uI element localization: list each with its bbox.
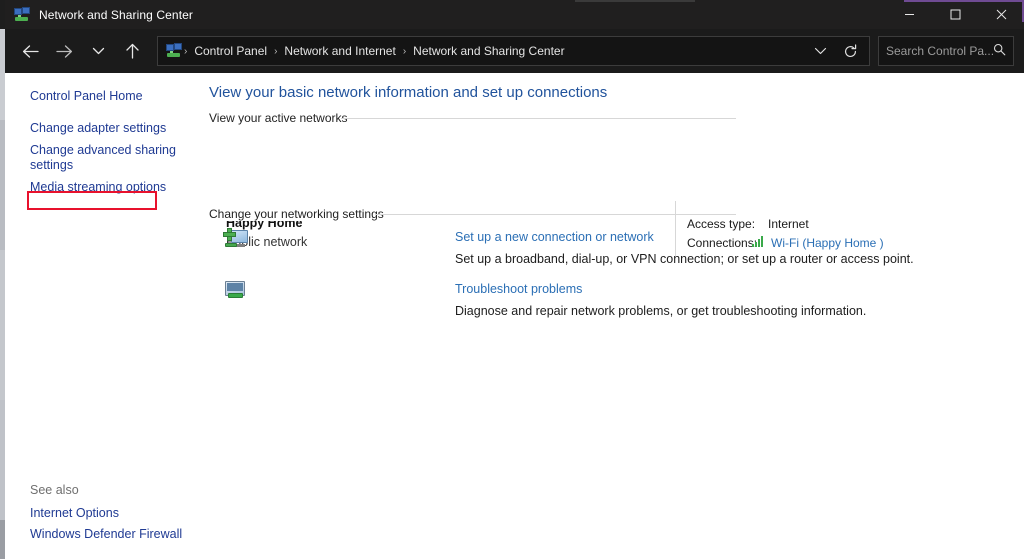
access-type-value: Internet bbox=[768, 217, 809, 231]
search-input[interactable]: Search Control Pa... bbox=[878, 36, 1014, 66]
maximize-button[interactable] bbox=[932, 0, 978, 29]
search-icon bbox=[993, 43, 1006, 59]
address-bar-actions bbox=[805, 38, 865, 64]
task-link-set-up-new-connection[interactable]: Set up a new connection or network bbox=[455, 230, 654, 244]
task-description-set-up-new-connection: Set up a broadband, dial-up, or VPN conn… bbox=[455, 252, 914, 266]
task-link-troubleshoot-problems[interactable]: Troubleshoot problems bbox=[455, 282, 582, 296]
sidebar: Control Panel Home Change adapter settin… bbox=[5, 73, 201, 559]
up-button[interactable] bbox=[115, 36, 149, 66]
search-placeholder: Search Control Pa... bbox=[886, 44, 993, 58]
sidebar-item-control-panel-home[interactable]: Control Panel Home bbox=[30, 89, 143, 104]
sidebar-item-change-advanced-sharing-settings[interactable]: Change advanced sharing bbox=[30, 143, 176, 158]
connection-link-wifi[interactable]: Wi-Fi (Happy Home ) bbox=[771, 236, 884, 250]
sidebar-item-windows-defender-firewall[interactable]: Windows Defender Firewall bbox=[30, 527, 182, 542]
access-type-label: Access type: bbox=[687, 217, 756, 231]
window-controls bbox=[886, 0, 1024, 29]
see-also-heading: See also bbox=[30, 483, 79, 497]
sidebar-item-change-advanced-sharing-settings-line2[interactable]: settings bbox=[30, 158, 73, 173]
active-networks-rule bbox=[341, 118, 736, 119]
main-pane: View your basic network information and … bbox=[201, 73, 1024, 559]
network-sharing-center-window: Network and Sharing Center › Control Pan… bbox=[0, 0, 1024, 559]
breadcrumb-separator: › bbox=[184, 45, 188, 57]
content-area: Control Panel Home Change adapter settin… bbox=[5, 73, 1024, 559]
breadcrumb: › Control Panel › Network and Internet ›… bbox=[182, 41, 805, 61]
breadcrumb-item-network-and-sharing-center[interactable]: Network and Sharing Center bbox=[408, 41, 569, 61]
connections-label: Connections: bbox=[687, 236, 758, 250]
window-accent-top bbox=[904, 0, 1024, 2]
task-description-troubleshoot-problems: Diagnose and repair network problems, or… bbox=[455, 304, 867, 318]
frame-edge-decoration bbox=[575, 0, 695, 2]
recent-locations-button[interactable] bbox=[81, 36, 115, 66]
page-title: View your basic network information and … bbox=[209, 84, 608, 101]
breadcrumb-separator: › bbox=[274, 45, 278, 57]
close-button[interactable] bbox=[978, 0, 1024, 29]
active-networks-heading: View your active networks bbox=[209, 111, 355, 125]
networking-settings-rule bbox=[375, 214, 736, 215]
network-detail-divider bbox=[675, 201, 676, 256]
troubleshoot-icon bbox=[223, 279, 249, 305]
title-bar: Network and Sharing Center bbox=[5, 0, 1024, 29]
new-connection-icon bbox=[223, 228, 249, 254]
sidebar-item-change-adapter-settings[interactable]: Change adapter settings bbox=[30, 121, 166, 136]
address-bar[interactable]: › Control Panel › Network and Internet ›… bbox=[157, 36, 870, 66]
window-title: Network and Sharing Center bbox=[39, 7, 194, 22]
breadcrumb-item-control-panel[interactable]: Control Panel bbox=[189, 41, 272, 61]
network-sharing-center-icon bbox=[14, 6, 30, 23]
sidebar-item-internet-options[interactable]: Internet Options bbox=[30, 506, 119, 521]
chevron-down-icon[interactable] bbox=[805, 38, 835, 64]
refresh-icon[interactable] bbox=[835, 38, 865, 64]
sidebar-item-media-streaming-options[interactable]: Media streaming options bbox=[30, 180, 166, 195]
back-button[interactable] bbox=[13, 36, 47, 66]
address-bar-icon bbox=[166, 43, 182, 59]
breadcrumb-separator: › bbox=[402, 45, 407, 57]
wifi-signal-icon bbox=[752, 236, 766, 247]
navigation-toolbar: › Control Panel › Network and Internet ›… bbox=[5, 29, 1024, 73]
forward-button[interactable] bbox=[47, 36, 81, 66]
breadcrumb-item-network-and-internet[interactable]: Network and Internet bbox=[279, 41, 400, 61]
networking-settings-heading: Change your networking settings bbox=[209, 207, 391, 221]
minimize-button[interactable] bbox=[886, 0, 932, 29]
